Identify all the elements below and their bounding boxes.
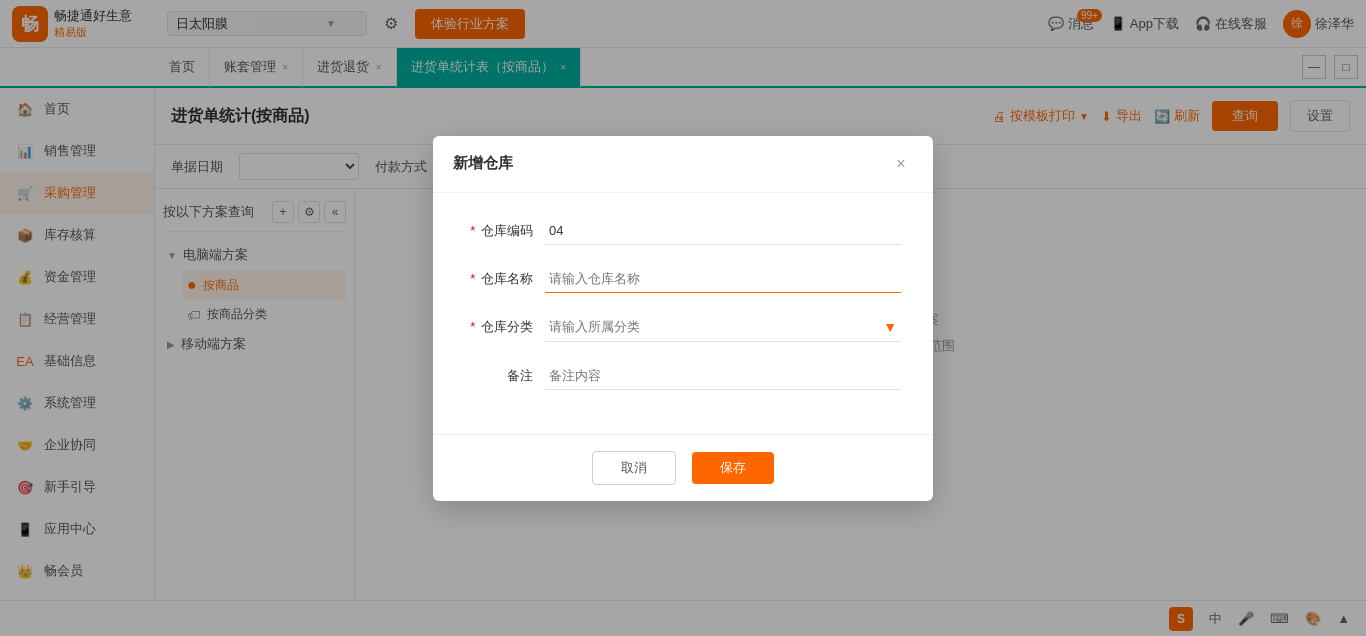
modal-title: 新增仓库 xyxy=(453,154,513,173)
modal-footer: 取消 保存 xyxy=(433,434,933,501)
modal-close-button[interactable]: × xyxy=(889,152,913,176)
modal-overlay[interactable]: 新增仓库 × * 仓库编码 * 仓库名称 xyxy=(0,0,1366,636)
add-warehouse-modal: 新增仓库 × * 仓库编码 * 仓库名称 xyxy=(433,136,933,501)
name-label: * 仓库名称 xyxy=(465,270,545,288)
category-select-wrap[interactable]: ▼ xyxy=(545,313,901,342)
form-row-code: * 仓库编码 xyxy=(465,217,901,245)
form-row-name: * 仓库名称 xyxy=(465,265,901,293)
required-star-name: * xyxy=(470,271,475,286)
warehouse-code-input[interactable] xyxy=(545,217,901,245)
category-label: * 仓库分类 xyxy=(465,318,545,336)
required-star-code: * xyxy=(470,223,475,238)
form-row-category: * 仓库分类 ▼ xyxy=(465,313,901,342)
remark-label: 备注 xyxy=(465,367,545,385)
category-dropdown-icon[interactable]: ▼ xyxy=(883,319,897,335)
form-row-remark: 备注 xyxy=(465,362,901,390)
cancel-button[interactable]: 取消 xyxy=(592,451,676,485)
category-select-input[interactable] xyxy=(549,319,883,334)
save-button[interactable]: 保存 xyxy=(692,452,774,484)
remark-input[interactable] xyxy=(545,362,901,390)
code-label: * 仓库编码 xyxy=(465,222,545,240)
required-star-category: * xyxy=(470,319,475,334)
modal-body: * 仓库编码 * 仓库名称 * 仓库分类 xyxy=(433,193,933,434)
modal-header: 新增仓库 × xyxy=(433,136,933,193)
warehouse-name-input[interactable] xyxy=(545,265,901,293)
